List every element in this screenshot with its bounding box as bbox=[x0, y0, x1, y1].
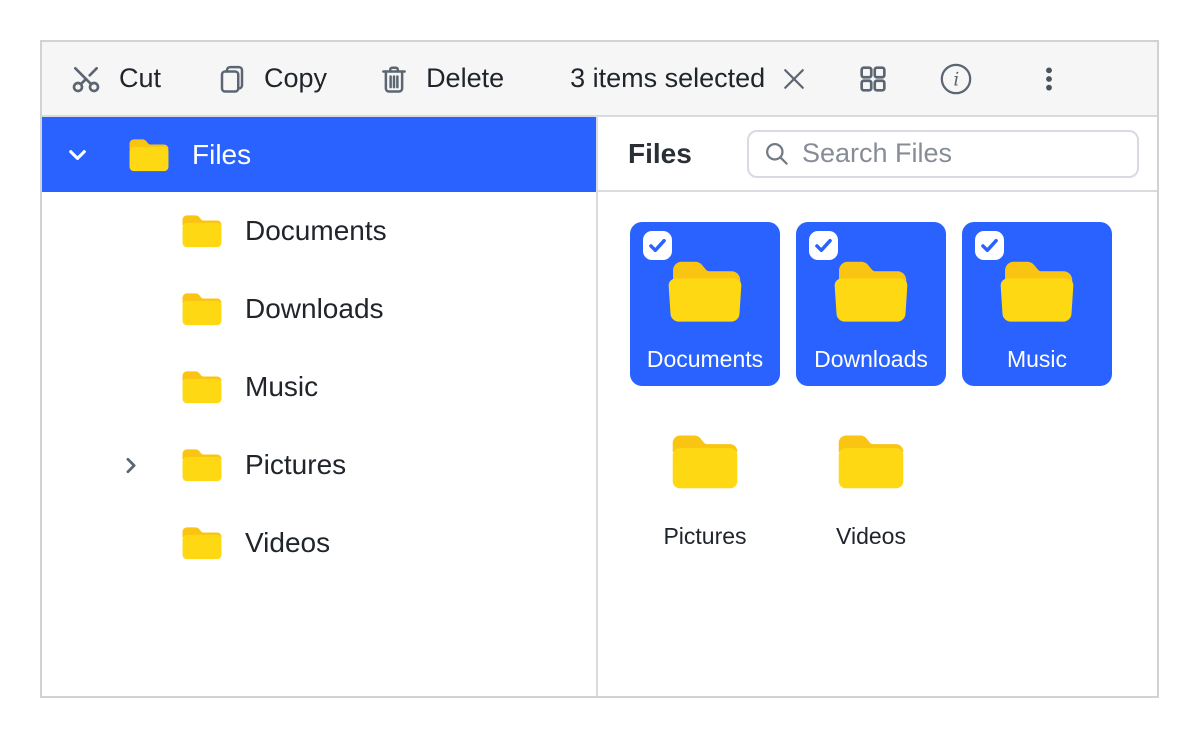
folder-tile-documents[interactable]: Documents bbox=[630, 222, 780, 386]
open-folder-icon bbox=[661, 254, 749, 328]
folder-icon bbox=[179, 368, 225, 406]
info-icon: i bbox=[939, 62, 973, 96]
expander-slot bbox=[117, 296, 144, 323]
cut-button[interactable]: Cut bbox=[70, 63, 161, 95]
sidebar-item-pictures[interactable]: Pictures bbox=[42, 426, 596, 504]
selected-checkbox[interactable] bbox=[809, 231, 838, 260]
folder-tile-pictures[interactable]: Pictures bbox=[630, 428, 780, 550]
copy-label: Copy bbox=[264, 63, 327, 94]
sidebar-item-label: Music bbox=[245, 371, 318, 403]
info-button[interactable]: i bbox=[939, 62, 973, 96]
chevron-right-icon bbox=[118, 453, 143, 478]
folder-name: Downloads bbox=[814, 346, 928, 373]
copy-icon bbox=[217, 64, 247, 94]
expander-slot bbox=[117, 530, 144, 557]
content-pane: Files Documents bbox=[598, 117, 1157, 696]
search-input[interactable] bbox=[802, 138, 1125, 169]
trash-icon bbox=[379, 64, 409, 94]
folder-icon bbox=[667, 430, 743, 493]
folder-name: Pictures bbox=[663, 523, 746, 550]
cut-label: Cut bbox=[119, 63, 161, 94]
folder-icon bbox=[126, 136, 172, 174]
sidebar-item-label: Files bbox=[192, 139, 251, 171]
sidebar-item-label: Downloads bbox=[245, 293, 384, 325]
sidebar-item-files[interactable]: Files bbox=[42, 117, 596, 192]
clear-selection-button[interactable] bbox=[779, 64, 809, 94]
folder-tile-downloads[interactable]: Downloads bbox=[796, 222, 946, 386]
selected-checkbox[interactable] bbox=[975, 231, 1004, 260]
folder-grid: Documents Downloads bbox=[598, 192, 1157, 550]
sidebar-item-label: Documents bbox=[245, 215, 387, 247]
more-vertical-icon bbox=[1035, 65, 1063, 93]
folder-icon bbox=[833, 430, 909, 493]
search-icon bbox=[763, 140, 790, 167]
file-manager-window: Cut Copy Delete 3 items selected bbox=[40, 40, 1159, 698]
folder-tile-videos[interactable]: Videos bbox=[796, 428, 946, 550]
scissors-icon bbox=[70, 63, 102, 95]
copy-button[interactable]: Copy bbox=[217, 63, 327, 94]
content-header: Files bbox=[598, 117, 1157, 192]
selection-status: 3 items selected bbox=[570, 63, 765, 94]
sidebar-item-videos[interactable]: Videos bbox=[42, 504, 596, 582]
check-icon bbox=[979, 235, 1000, 256]
sidebar-item-documents[interactable]: Documents bbox=[42, 192, 596, 270]
collapse-expander[interactable] bbox=[64, 141, 91, 168]
selected-checkbox[interactable] bbox=[643, 231, 672, 260]
chevron-down-icon bbox=[64, 141, 91, 168]
grid-view-button[interactable] bbox=[857, 63, 889, 95]
folder-icon bbox=[179, 212, 225, 250]
grid-view-icon bbox=[857, 63, 889, 95]
expander-slot bbox=[117, 374, 144, 401]
location-label: Files bbox=[628, 138, 692, 170]
sidebar-item-label: Videos bbox=[245, 527, 330, 559]
more-options-button[interactable] bbox=[1035, 65, 1063, 93]
sidebar-item-music[interactable]: Music bbox=[42, 348, 596, 426]
folder-icon bbox=[179, 446, 225, 484]
check-icon bbox=[813, 235, 834, 256]
sidebar-tree: Files Documents Downloads Music bbox=[42, 117, 598, 696]
folder-name: Music bbox=[1007, 346, 1067, 373]
expand-expander[interactable] bbox=[117, 452, 144, 479]
folder-icon bbox=[179, 290, 225, 328]
main-area: Files Documents Downloads Music bbox=[42, 117, 1157, 696]
folder-name: Documents bbox=[647, 346, 763, 373]
open-folder-icon bbox=[993, 254, 1081, 328]
sidebar-item-downloads[interactable]: Downloads bbox=[42, 270, 596, 348]
check-icon bbox=[647, 235, 668, 256]
toolbar: Cut Copy Delete 3 items selected bbox=[42, 42, 1157, 117]
delete-button[interactable]: Delete bbox=[379, 63, 504, 94]
folder-icon bbox=[179, 524, 225, 562]
folder-name: Videos bbox=[836, 523, 906, 550]
close-icon bbox=[779, 64, 809, 94]
open-folder-icon bbox=[827, 254, 915, 328]
folder-tile-music[interactable]: Music bbox=[962, 222, 1112, 386]
svg-text:i: i bbox=[954, 69, 960, 90]
search-box[interactable] bbox=[747, 130, 1139, 178]
expander-slot bbox=[117, 218, 144, 245]
sidebar-item-label: Pictures bbox=[245, 449, 346, 481]
delete-label: Delete bbox=[426, 63, 504, 94]
